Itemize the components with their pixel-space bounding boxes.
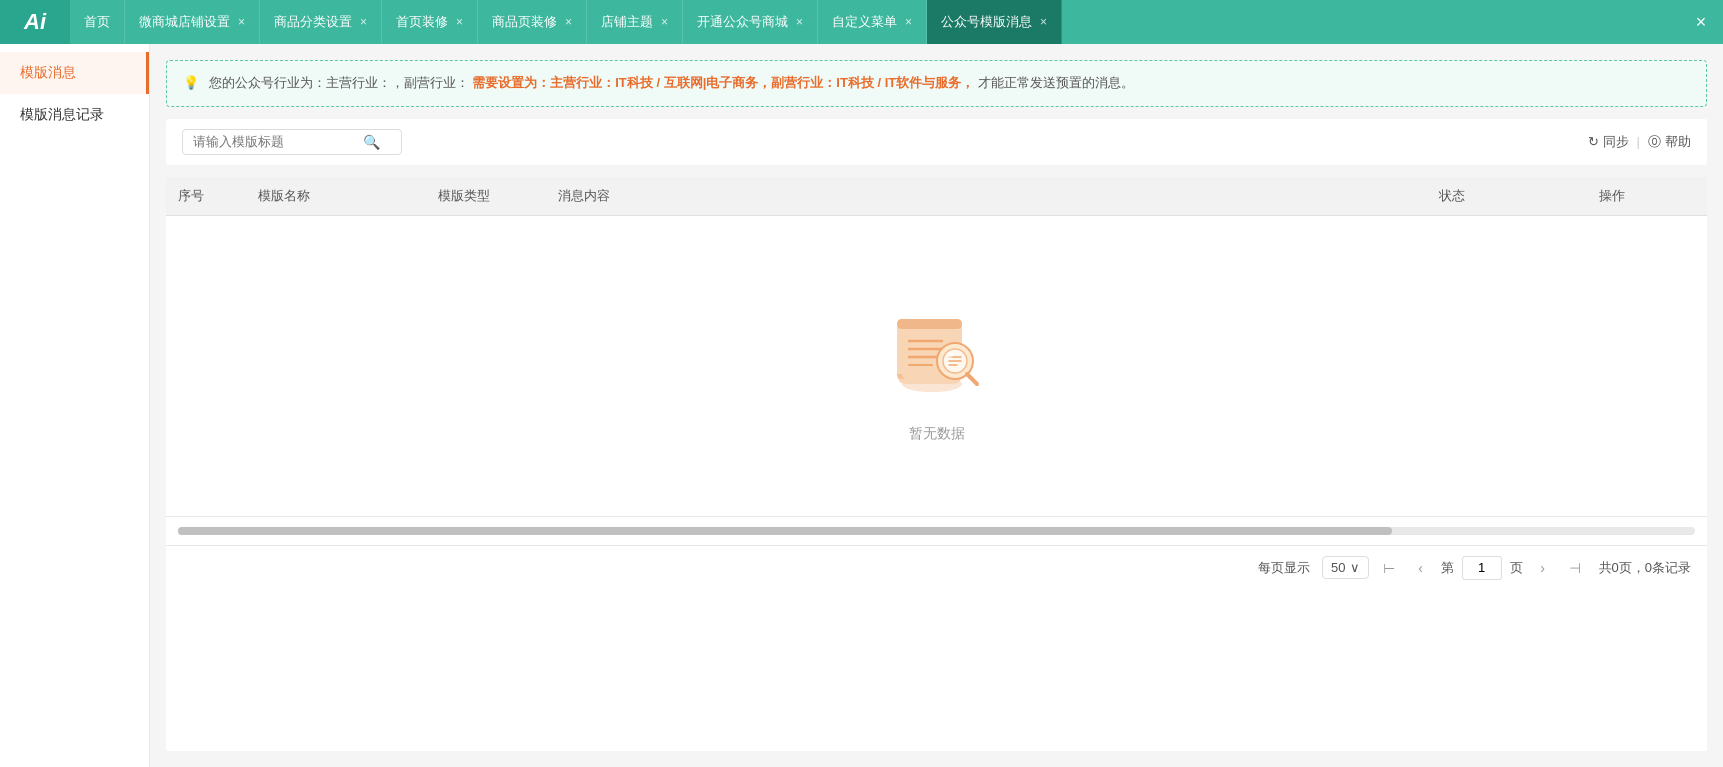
table-body: 暂无数据 — [166, 216, 1707, 516]
search-bar: 🔍 ↻ 同步 | ⓪ 帮助 — [166, 119, 1707, 165]
logo: Ai — [0, 0, 70, 44]
nav-tab-openstore[interactable]: 开通公众号商城 × — [683, 0, 818, 44]
nav-tab-templatemsg-close[interactable]: × — [1040, 15, 1047, 29]
nav-tab-weshop-label: 微商城店铺设置 — [139, 13, 230, 31]
sync-icon: ↻ — [1588, 134, 1599, 149]
nav-tab-productpage-close[interactable]: × — [565, 15, 572, 29]
sidebar-item-template-msg-label: 模版消息 — [20, 64, 76, 80]
nav-tab-custommenu[interactable]: 自定义菜单 × — [818, 0, 927, 44]
sync-label: 同步 — [1603, 133, 1629, 151]
toolbar-divider: | — [1637, 134, 1640, 149]
sidebar-item-template-msg[interactable]: 模版消息 — [0, 52, 149, 94]
close-all-button[interactable]: × — [1679, 0, 1723, 44]
nav-tab-category-label: 商品分类设置 — [274, 13, 352, 31]
notice-suffix: 才能正常发送预置的消息。 — [978, 75, 1134, 90]
first-page-button[interactable]: ⊢ — [1377, 556, 1401, 580]
page-di-label: 第 — [1441, 559, 1454, 577]
page-size-select[interactable]: 50 ∨ — [1322, 556, 1368, 579]
nav-tab-templatemsg[interactable]: 公众号模版消息 × — [927, 0, 1062, 44]
table-col-content: 消息内容 — [546, 187, 1427, 205]
nav-tab-custommenu-label: 自定义菜单 — [832, 13, 897, 31]
nav-tab-weshop[interactable]: 微商城店铺设置 × — [125, 0, 260, 44]
notice-prefix: 您的公众号行业为：主营行业：，副营行业： — [209, 75, 469, 90]
table-col-name: 模版名称 — [246, 187, 426, 205]
search-input-wrap[interactable]: 🔍 — [182, 129, 402, 155]
next-page-button[interactable]: › — [1531, 556, 1555, 580]
nav-tab-productpage-label: 商品页装修 — [492, 13, 557, 31]
notice-highlight: 需要设置为：主营行业：IT科技 / 互联网|电子商务，副营行业：IT科技 / I… — [472, 75, 974, 90]
table-col-type: 模版类型 — [426, 187, 546, 205]
nav-tab-homepage-close[interactable]: × — [456, 15, 463, 29]
help-label: 帮助 — [1665, 133, 1691, 151]
scrollbar-thumb[interactable] — [178, 527, 1392, 535]
notice-icon: 💡 — [183, 75, 199, 90]
table-col-status: 状态 — [1427, 187, 1587, 205]
content-area: 💡 您的公众号行业为：主营行业：，副营行业： 需要设置为：主营行业：IT科技 /… — [150, 44, 1723, 767]
nav-tab-homepage[interactable]: 首页装修 × — [382, 0, 478, 44]
empty-illustration — [877, 289, 997, 409]
search-input[interactable] — [193, 134, 363, 149]
notice-banner: 💡 您的公众号行业为：主营行业：，副营行业： 需要设置为：主营行业：IT科技 /… — [166, 60, 1707, 107]
last-page-button[interactable]: ⊣ — [1563, 556, 1587, 580]
nav-tab-weshop-close[interactable]: × — [238, 15, 245, 29]
nav-tab-productpage[interactable]: 商品页装修 × — [478, 0, 587, 44]
nav-tab-templatemsg-label: 公众号模版消息 — [941, 13, 1032, 31]
empty-text: 暂无数据 — [909, 425, 965, 443]
nav-tab-theme-close[interactable]: × — [661, 15, 668, 29]
sidebar-item-template-msg-log[interactable]: 模版消息记录 — [0, 94, 149, 136]
nav-tab-theme-label: 店铺主题 — [601, 13, 653, 31]
help-circle-icon: ⓪ — [1648, 133, 1661, 151]
nav-tab-category-close[interactable]: × — [360, 15, 367, 29]
sidebar-item-template-msg-log-label: 模版消息记录 — [20, 106, 104, 122]
main-layout: 模版消息 模版消息记录 💡 您的公众号行业为：主营行业：，副营行业： 需要设置为… — [0, 44, 1723, 767]
nav-tab-openstore-close[interactable]: × — [796, 15, 803, 29]
nav-tabs: 首页 微商城店铺设置 × 商品分类设置 × 首页装修 × 商品页装修 × 店铺主… — [70, 0, 1679, 44]
table-header: 序号 模版名称 模版类型 消息内容 状态 操作 — [166, 177, 1707, 216]
scrollbar-area[interactable] — [166, 516, 1707, 545]
data-table: 序号 模版名称 模版类型 消息内容 状态 操作 — [166, 177, 1707, 751]
nav-tab-homepage-label: 首页装修 — [396, 13, 448, 31]
nav-tab-openstore-label: 开通公众号商城 — [697, 13, 788, 31]
page-size-label: 每页显示 — [1258, 559, 1310, 577]
search-icon[interactable]: 🔍 — [363, 134, 380, 150]
table-col-index: 序号 — [166, 187, 246, 205]
table-col-action: 操作 — [1587, 187, 1707, 205]
nav-tab-category[interactable]: 商品分类设置 × — [260, 0, 382, 44]
nav-tab-theme[interactable]: 店铺主题 × — [587, 0, 683, 44]
scrollbar-track[interactable] — [178, 527, 1695, 535]
svg-point-11 — [947, 352, 953, 358]
page-unit-label: 页 — [1510, 559, 1523, 577]
nav-tab-home[interactable]: 首页 — [70, 0, 125, 44]
prev-page-button[interactable]: ‹ — [1409, 556, 1433, 580]
chevron-down-icon: ∨ — [1350, 560, 1360, 575]
toolbar-right: ↻ 同步 | ⓪ 帮助 — [1588, 133, 1691, 151]
page-size-value: 50 — [1331, 560, 1345, 575]
nav-tab-custommenu-close[interactable]: × — [905, 15, 912, 29]
sidebar: 模版消息 模版消息记录 — [0, 44, 150, 767]
svg-line-10 — [967, 374, 977, 384]
nav-tab-home-label: 首页 — [84, 13, 110, 31]
help-button[interactable]: ⓪ 帮助 — [1648, 133, 1691, 151]
sync-button[interactable]: ↻ 同步 — [1588, 133, 1629, 151]
top-nav: Ai 首页 微商城店铺设置 × 商品分类设置 × 首页装修 × 商品页装修 × … — [0, 0, 1723, 44]
current-page-input[interactable] — [1462, 556, 1502, 580]
page-total: 共0页，0条记录 — [1599, 559, 1691, 577]
pagination: 每页显示 50 ∨ ⊢ ‹ 第 页 › ⊣ 共0页，0条记录 — [166, 545, 1707, 590]
